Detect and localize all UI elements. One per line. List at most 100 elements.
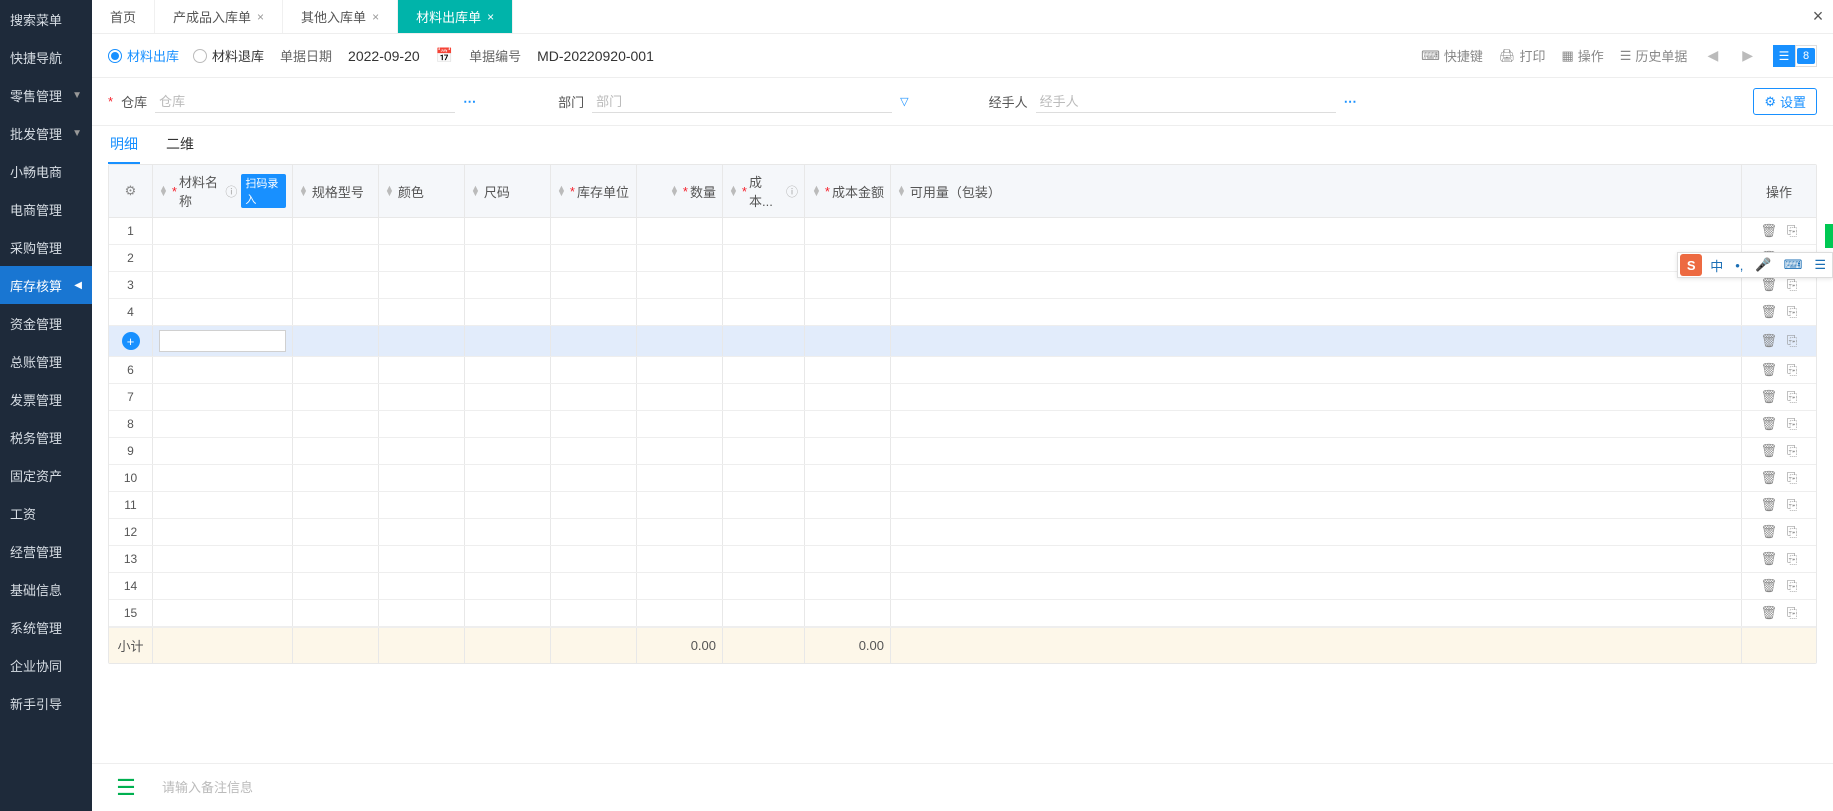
- copy-row-icon[interactable]: ⎘: [1787, 389, 1797, 405]
- delete-row-icon[interactable]: 🗑: [1761, 443, 1778, 459]
- tab-other-in[interactable]: 其他入库单×: [283, 0, 398, 33]
- delete-row-icon[interactable]: 🗑: [1761, 416, 1778, 432]
- sidebar-item-operation[interactable]: 经营管理: [0, 532, 92, 570]
- header-cost[interactable]: ▲▼*成本...ⓘ: [723, 165, 805, 217]
- ime-menu-icon[interactable]: ☰: [1808, 257, 1832, 273]
- radio-material-out[interactable]: 材料出库: [108, 46, 179, 65]
- copy-row-icon[interactable]: ⎘: [1787, 524, 1797, 540]
- header-size[interactable]: ▲▼尺码: [465, 165, 551, 217]
- ellipsis-icon[interactable]: ⋯: [463, 94, 478, 110]
- table-row[interactable]: 2🗑⎘: [109, 245, 1816, 272]
- table-row[interactable]: 7🗑⎘: [109, 384, 1816, 411]
- copy-row-icon[interactable]: ⎘: [1787, 223, 1797, 239]
- copy-row-icon[interactable]: ⎘: [1787, 333, 1797, 349]
- sidebar-item-purchase[interactable]: 采购管理: [0, 228, 92, 266]
- print-button[interactable]: 🖨打印: [1499, 46, 1546, 65]
- copy-row-icon[interactable]: ⎘: [1787, 551, 1797, 567]
- tab-finished-goods-in[interactable]: 产成品入库单×: [155, 0, 283, 33]
- close-icon[interactable]: ×: [372, 10, 379, 24]
- material-name-input[interactable]: [159, 330, 286, 352]
- delete-row-icon[interactable]: 🗑: [1761, 223, 1778, 239]
- delete-row-icon[interactable]: 🗑: [1761, 362, 1778, 378]
- table-row[interactable]: 15🗑⎘: [109, 600, 1816, 627]
- sidebar-item-retail[interactable]: 零售管理▼: [0, 76, 92, 114]
- delete-row-icon[interactable]: 🗑: [1761, 333, 1778, 349]
- prev-record-button[interactable]: ◀: [1703, 47, 1722, 64]
- sidebar-item-guide[interactable]: 新手引导: [0, 684, 92, 722]
- delete-row-icon[interactable]: 🗑: [1761, 497, 1778, 513]
- delete-row-icon[interactable]: 🗑: [1761, 304, 1778, 320]
- table-row[interactable]: 4🗑⎘: [109, 299, 1816, 326]
- sidebar-item-fixed-assets[interactable]: 固定资产: [0, 456, 92, 494]
- settings-button[interactable]: ⚙设置: [1753, 88, 1817, 115]
- sidebar-item-system[interactable]: 系统管理: [0, 608, 92, 646]
- copy-row-icon[interactable]: ⎘: [1787, 416, 1797, 432]
- table-row[interactable]: 6🗑⎘: [109, 357, 1816, 384]
- sidebar-item-ledger[interactable]: 总账管理: [0, 342, 92, 380]
- table-row[interactable]: 13🗑⎘: [109, 546, 1816, 573]
- sidebar-item-funds[interactable]: 资金管理: [0, 304, 92, 342]
- ime-toolbar[interactable]: S 中 •, 🎤 ⌨ ☰: [1677, 252, 1833, 278]
- table-row[interactable]: 10🗑⎘: [109, 465, 1816, 492]
- shortcut-button[interactable]: ⌨快捷键: [1421, 46, 1483, 65]
- doc-date-value[interactable]: 2022-09-20: [348, 48, 420, 64]
- sidebar-item-tax[interactable]: 税务管理: [0, 418, 92, 456]
- ime-voice-icon[interactable]: 🎤: [1749, 257, 1777, 273]
- ime-keyboard-icon[interactable]: ⌨: [1778, 257, 1809, 273]
- help-icon[interactable]: ⓘ: [225, 183, 237, 200]
- sidebar-item-quick-nav[interactable]: 快捷导航: [0, 38, 92, 76]
- table-row[interactable]: 8🗑⎘: [109, 411, 1816, 438]
- department-input[interactable]: [592, 91, 892, 113]
- table-row[interactable]: 1🗑⎘: [109, 218, 1816, 245]
- delete-row-icon[interactable]: 🗑: [1761, 277, 1778, 293]
- view-toggle-detail[interactable]: 8: [1795, 45, 1817, 67]
- note-icon[interactable]: ☰: [108, 775, 144, 801]
- delete-row-icon[interactable]: 🗑: [1761, 524, 1778, 540]
- close-icon[interactable]: ×: [257, 10, 264, 24]
- remark-input[interactable]: [162, 780, 1817, 795]
- help-icon[interactable]: ⓘ: [786, 183, 798, 200]
- header-amount[interactable]: ▲▼*成本金额: [805, 165, 891, 217]
- side-drawer-handle[interactable]: [1825, 224, 1833, 248]
- add-row-button[interactable]: +: [122, 332, 140, 350]
- sidebar-item-invoice[interactable]: 发票管理: [0, 380, 92, 418]
- sidebar-item-ecommerce[interactable]: 电商管理: [0, 190, 92, 228]
- tab-material-out[interactable]: 材料出库单×: [398, 0, 513, 33]
- radio-material-return[interactable]: 材料退库: [193, 46, 264, 65]
- copy-row-icon[interactable]: ⎘: [1787, 443, 1797, 459]
- copy-row-icon[interactable]: ⎘: [1787, 578, 1797, 594]
- table-row[interactable]: 3🗑⎘: [109, 272, 1816, 299]
- ime-punct-toggle[interactable]: •,: [1729, 258, 1749, 273]
- subtab-detail[interactable]: 明细: [108, 128, 140, 164]
- delete-row-icon[interactable]: 🗑: [1761, 389, 1778, 405]
- copy-row-icon[interactable]: ⎘: [1787, 470, 1797, 486]
- delete-row-icon[interactable]: 🗑: [1761, 551, 1778, 567]
- copy-row-icon[interactable]: ⎘: [1787, 277, 1797, 293]
- copy-row-icon[interactable]: ⎘: [1787, 605, 1797, 621]
- history-button[interactable]: ☰历史单据: [1620, 46, 1688, 65]
- sidebar-item-basic-info[interactable]: 基础信息: [0, 570, 92, 608]
- warehouse-input[interactable]: [155, 91, 455, 113]
- delete-row-icon[interactable]: 🗑: [1761, 605, 1778, 621]
- close-icon[interactable]: ×: [487, 10, 494, 24]
- header-qty[interactable]: ▲▼*数量: [637, 165, 723, 217]
- scan-badge[interactable]: 扫码录入: [241, 174, 286, 208]
- copy-row-icon[interactable]: ⎘: [1787, 497, 1797, 513]
- header-available[interactable]: ▲▼可用量（包装）: [891, 165, 1742, 217]
- close-all-button[interactable]: ×: [1803, 0, 1833, 33]
- header-unit[interactable]: ▲▼*库存单位: [551, 165, 637, 217]
- table-row[interactable]: 12🗑⎘: [109, 519, 1816, 546]
- sidebar-item-wholesale[interactable]: 批发管理▼: [0, 114, 92, 152]
- delete-row-icon[interactable]: 🗑: [1761, 578, 1778, 594]
- sidebar-item-inventory[interactable]: 库存核算◀: [0, 266, 92, 304]
- operate-button[interactable]: ▦操作: [1561, 46, 1603, 65]
- header-color[interactable]: ▲▼颜色: [379, 165, 465, 217]
- header-material-name[interactable]: ▲▼*材料名称ⓘ扫码录入: [153, 165, 293, 217]
- table-row[interactable]: 14🗑⎘: [109, 573, 1816, 600]
- copy-row-icon[interactable]: ⎘: [1787, 304, 1797, 320]
- header-spec[interactable]: ▲▼规格型号: [293, 165, 379, 217]
- sidebar-item-search-menu[interactable]: 搜索菜单: [0, 0, 92, 38]
- next-record-button[interactable]: ▶: [1738, 47, 1757, 64]
- subtab-2d[interactable]: 二维: [164, 128, 196, 164]
- header-gear[interactable]: ⚙: [109, 165, 153, 217]
